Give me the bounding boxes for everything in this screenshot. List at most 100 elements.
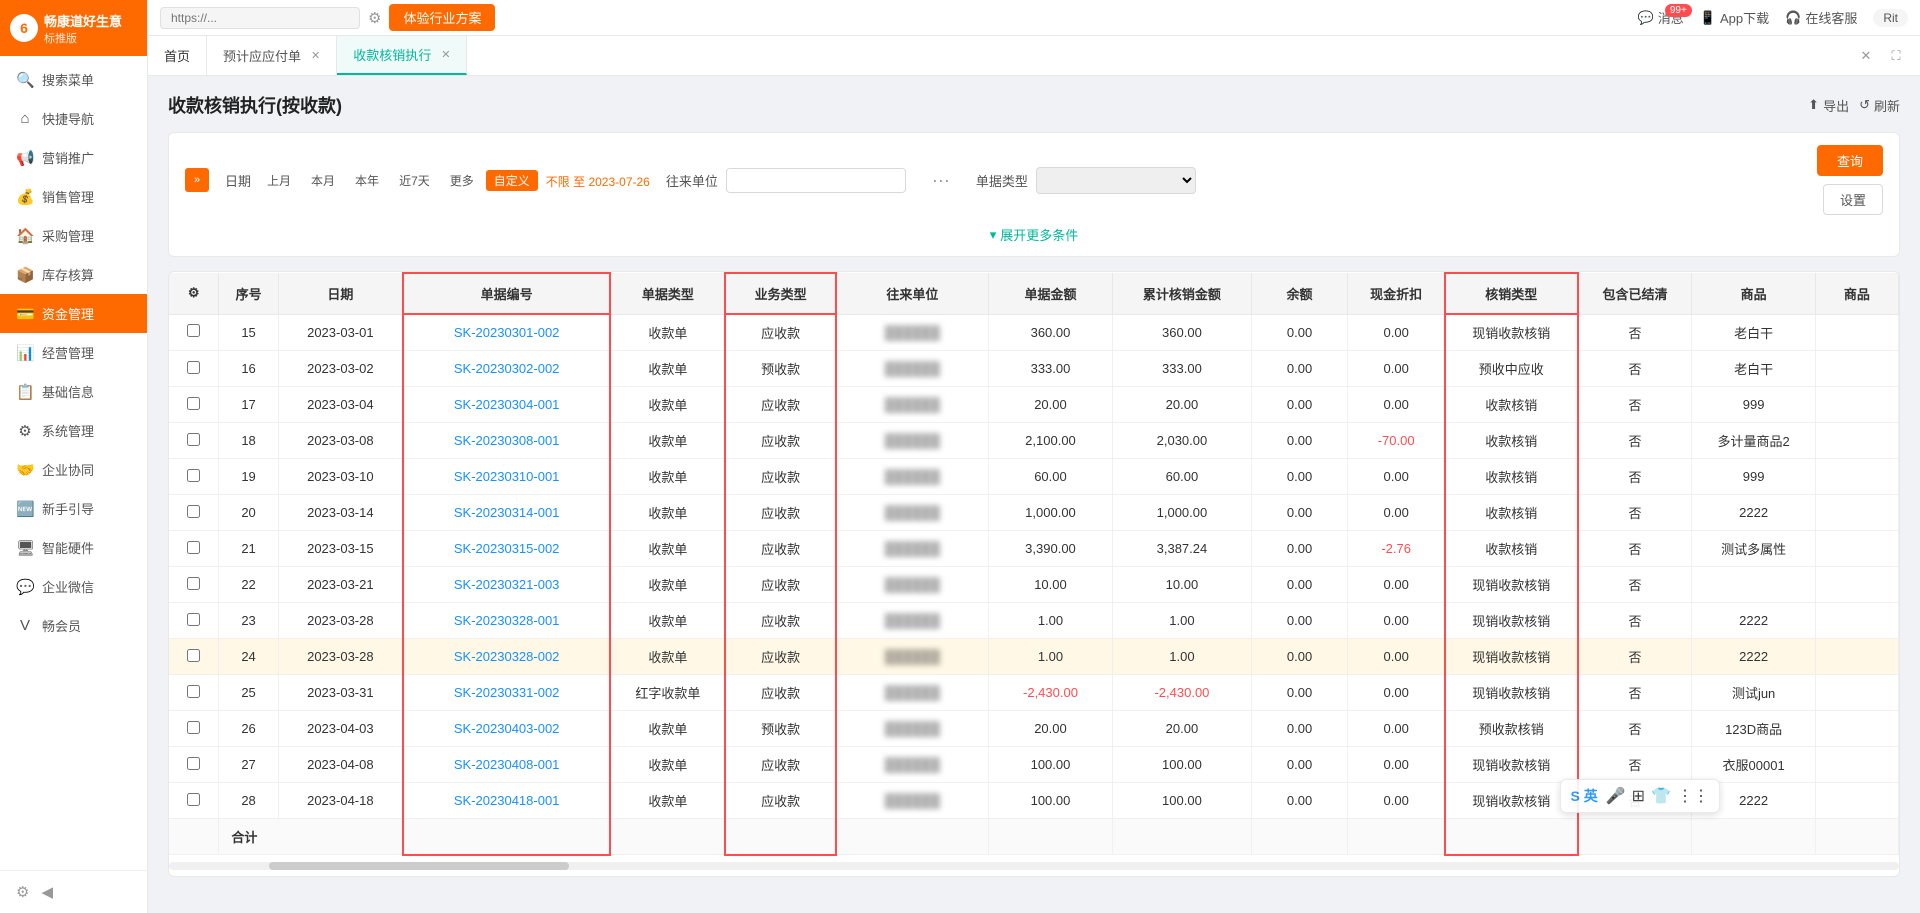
this-year-btn[interactable]: 本年 [347, 170, 387, 191]
th-biztype[interactable]: 业务类型 [725, 273, 836, 314]
user-avatar[interactable]: Rit [1873, 9, 1908, 27]
industry-btn[interactable]: 体验行业方案 [389, 4, 495, 31]
cell-discount: 0.00 [1348, 675, 1445, 711]
export-btn[interactable]: ⬆ 导出 [1808, 96, 1849, 115]
singleno-link[interactable]: SK-20230304-001 [454, 397, 560, 412]
th-discount[interactable]: 现金折扣 [1348, 273, 1445, 314]
close-tab-btn[interactable]: ✕ [1852, 42, 1880, 70]
th-included[interactable]: 包含已结清 [1578, 273, 1692, 314]
singleno-link[interactable]: SK-20230310-001 [454, 469, 560, 484]
tab-receipt-cancel[interactable]: 收款核销执行 ✕ [337, 36, 467, 75]
th-amount[interactable]: 单据金额 [988, 273, 1113, 314]
this-month-btn[interactable]: 本月 [303, 170, 343, 191]
sidebar-item-hardware[interactable]: 🖥 智能硬件 [0, 528, 147, 567]
th-gear[interactable]: ⚙ [169, 273, 219, 314]
cell-check[interactable] [169, 675, 219, 711]
cell-check[interactable] [169, 387, 219, 423]
scrollbar-thumb[interactable] [269, 862, 569, 870]
singleno-link[interactable]: SK-20230418-001 [454, 793, 560, 808]
cell-included: 否 [1578, 603, 1692, 639]
cell-check[interactable] [169, 747, 219, 783]
query-btn[interactable]: 查询 [1817, 145, 1883, 176]
setting-btn[interactable]: 设置 [1823, 184, 1883, 215]
cell-check[interactable] [169, 711, 219, 747]
th-goods2[interactable]: 商品 [1815, 273, 1898, 314]
th-goods[interactable]: 商品 [1692, 273, 1815, 314]
expand-more-btn[interactable]: ▾ 展开更多条件 [990, 225, 1079, 244]
cell-check[interactable] [169, 603, 219, 639]
partner-input[interactable] [726, 168, 906, 193]
sidebar-item-member[interactable]: V 畅会员 [0, 606, 147, 645]
topbar: ⚙ 体验行业方案 💬 消息 99+ 📱 App下载 🎧 在线客服 Rit [148, 0, 1920, 36]
expand-tab-btn[interactable]: ⛶ [1882, 42, 1910, 70]
doctype-select[interactable] [1036, 167, 1196, 194]
th-doctype[interactable]: 单据类型 [610, 273, 725, 314]
last-7days-btn[interactable]: 近7天 [391, 170, 438, 191]
th-partner[interactable]: 往来单位 [836, 273, 988, 314]
cell-num: 19 [219, 459, 279, 495]
custom-date-btn[interactable]: 自定义 [486, 170, 538, 191]
th-balance[interactable]: 余额 [1251, 273, 1348, 314]
cell-check[interactable] [169, 531, 219, 567]
cell-canceltype: 现销收款核销 [1445, 783, 1578, 819]
singleno-link[interactable]: SK-20230314-001 [454, 505, 560, 520]
sidebar-item-capital[interactable]: 💳 资金管理 [0, 294, 147, 333]
sidebar-item-operations[interactable]: 📊 经营管理 [0, 333, 147, 372]
singleno-link[interactable]: SK-20230308-001 [454, 433, 560, 448]
singleno-link[interactable]: SK-20230408-001 [454, 757, 560, 772]
sidebar-item-guide[interactable]: 🆕 新手引导 [0, 489, 147, 528]
sidebar-item-purchase[interactable]: 🏠 采购管理 [0, 216, 147, 255]
sidebar-item-label: 企业微信 [42, 577, 94, 596]
more-date-btn[interactable]: 更多 [442, 170, 482, 191]
collapse-icon[interactable]: ◀ [41, 883, 53, 901]
table-row: 17 2023-03-04 SK-20230304-001 收款单 应收款 ██… [169, 387, 1899, 423]
singleno-link[interactable]: SK-20230331-002 [454, 685, 560, 700]
th-singleno[interactable]: 单据编号 [403, 273, 611, 314]
cell-check[interactable] [169, 459, 219, 495]
singleno-link[interactable]: SK-20230403-002 [454, 721, 560, 736]
singleno-link[interactable]: SK-20230321-003 [454, 577, 560, 592]
sidebar-item-wechat[interactable]: 💬 企业微信 [0, 567, 147, 606]
close-icon[interactable]: ✕ [311, 49, 320, 62]
close-icon[interactable]: ✕ [441, 48, 450, 61]
cell-amount: 100.00 [988, 783, 1113, 819]
singleno-link[interactable]: SK-20230302-002 [454, 361, 560, 376]
cell-check[interactable] [169, 567, 219, 603]
sidebar-item-system[interactable]: ⚙ 系统管理 [0, 411, 147, 450]
sidebar-item-basic[interactable]: 📋 基础信息 [0, 372, 147, 411]
settings-icon[interactable]: ⚙ [16, 883, 29, 901]
sidebar-item-sales[interactable]: 💰 销售管理 [0, 177, 147, 216]
cell-check[interactable] [169, 495, 219, 531]
settings-icon[interactable]: ⚙ [368, 9, 381, 27]
cell-check[interactable] [169, 783, 219, 819]
last-month-btn[interactable]: 上月 [259, 170, 299, 191]
th-canceltype[interactable]: 核销类型 [1445, 273, 1578, 314]
singleno-link[interactable]: SK-20230315-002 [454, 541, 560, 556]
tab-prepay[interactable]: 预计应应付单 ✕ [207, 36, 337, 75]
cell-check[interactable] [169, 351, 219, 387]
app-download-btn[interactable]: 📱 App下载 [1700, 8, 1769, 27]
cell-included: 否 [1578, 675, 1692, 711]
service-btn[interactable]: 🎧 在线客服 [1785, 8, 1857, 27]
singleno-link[interactable]: SK-20230328-001 [454, 613, 560, 628]
cell-check[interactable] [169, 314, 219, 351]
th-date[interactable]: 日期 [278, 273, 403, 314]
refresh-btn[interactable]: ↺ 刷新 [1859, 96, 1900, 115]
sidebar-item-company[interactable]: 🤝 企业协同 [0, 450, 147, 489]
filter-expand-btn[interactable]: » [185, 168, 209, 192]
msg-button[interactable]: 💬 消息 99+ [1638, 8, 1684, 27]
sidebar-item-marketing[interactable]: 📢 营销推广 [0, 138, 147, 177]
singleno-link[interactable]: SK-20230328-002 [454, 649, 560, 664]
cell-biztype: 应收款 [725, 603, 836, 639]
sidebar-item-quick[interactable]: ⌂ 快捷导航 [0, 99, 147, 138]
cell-check[interactable] [169, 423, 219, 459]
sidebar-item-inventory[interactable]: 📦 库存核算 [0, 255, 147, 294]
cell-date: 2023-03-02 [278, 351, 403, 387]
singleno-link[interactable]: SK-20230301-002 [454, 325, 560, 340]
cell-check[interactable] [169, 639, 219, 675]
url-input[interactable] [160, 7, 360, 29]
table-scrollbar[interactable] [169, 862, 1899, 870]
sidebar-item-search[interactable]: 🔍 搜索菜单 [0, 60, 147, 99]
tab-home[interactable]: 首页 [148, 36, 207, 75]
th-cumcancel[interactable]: 累计核销金额 [1113, 273, 1251, 314]
